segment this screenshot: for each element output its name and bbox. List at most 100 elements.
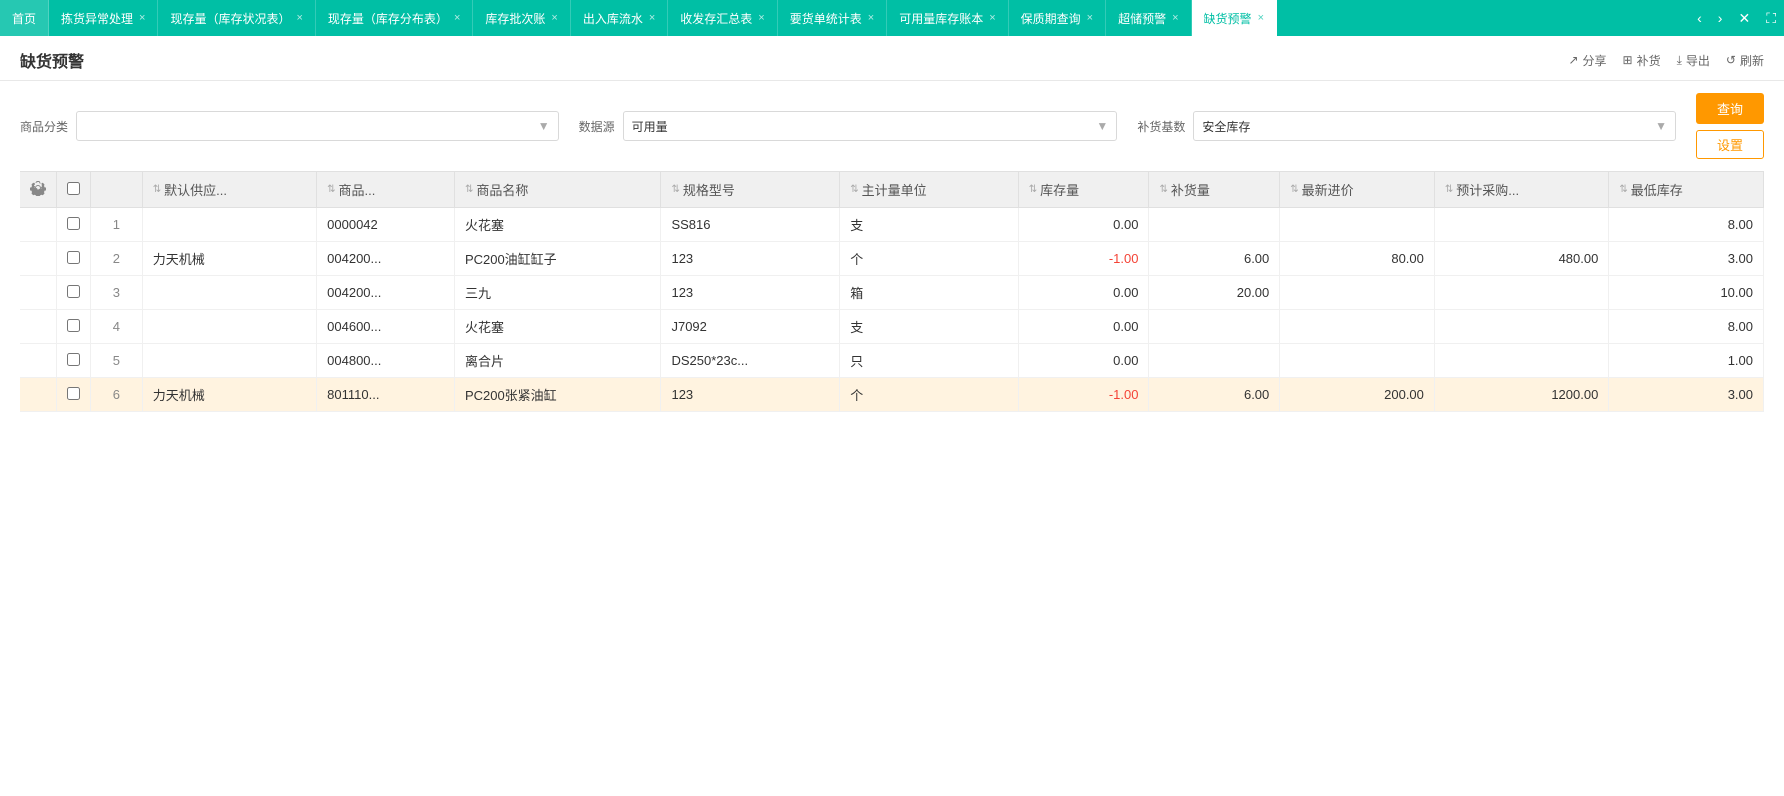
chevron-down-icon: ▼ [1096, 119, 1108, 133]
row-checkbox-cell[interactable] [57, 208, 91, 242]
select-all-checkbox[interactable] [67, 182, 80, 195]
close-icon[interactable]: × [1087, 12, 1093, 24]
page-container: 缺货预警 ↗ 分享 ⊞ 补货 ⤓ 导出 ↺ 刷新 商品分类 [0, 36, 1784, 796]
nav-tab-overstock[interactable]: 超储预警 × [1106, 0, 1191, 36]
close-icon[interactable]: × [296, 12, 302, 24]
product-code-column-header[interactable]: ⇅ 商品... [317, 172, 455, 208]
table-row: 1 0000042 火花塞 SS816 支 0.00 8.00 [20, 208, 1764, 242]
row-min-stock: 3.00 [1609, 242, 1764, 276]
stock-column-header[interactable]: ⇅ 库存量 [1018, 172, 1149, 208]
row-supplement [1149, 208, 1280, 242]
supplement-icon: ⊞ [1623, 53, 1633, 67]
row-checkbox-cell[interactable] [57, 310, 91, 344]
nav-prev-icon[interactable]: ‹ [1689, 0, 1710, 36]
row-product-code: 004600... [317, 310, 455, 344]
close-icon[interactable]: × [1258, 12, 1264, 24]
sort-icon: ⇅ [1619, 184, 1627, 195]
close-icon[interactable]: × [649, 12, 655, 24]
datasource-label: 数据源 [579, 118, 615, 135]
latest-price-column-header[interactable]: ⇅ 最新进价 [1280, 172, 1435, 208]
action-buttons: 查询 设置 [1696, 93, 1764, 159]
sort-icon: ⇅ [327, 184, 335, 195]
close-icon[interactable]: × [1172, 12, 1178, 24]
category-label: 商品分类 [20, 118, 68, 135]
nav-tab-shortage[interactable]: 缺货预警 × [1192, 0, 1277, 36]
settings-column-header[interactable] [20, 172, 57, 208]
category-select[interactable]: ▼ [76, 111, 559, 141]
close-icon[interactable]: × [139, 12, 145, 24]
supplement-base-label: 补货基数 [1137, 118, 1185, 135]
nav-next-icon[interactable]: › [1710, 0, 1731, 36]
row-checkbox[interactable] [67, 387, 80, 400]
row-checkbox-cell[interactable] [57, 378, 91, 412]
row-min-stock: 10.00 [1609, 276, 1764, 310]
row-checkbox-cell[interactable] [57, 344, 91, 378]
settings-button[interactable]: 设置 [1696, 130, 1764, 159]
nav-tab-expiry[interactable]: 保质期查询 × [1009, 0, 1106, 36]
row-checkbox[interactable] [67, 319, 80, 332]
supplement-base-filter-group: 补货基数 安全库存 ▼ [1137, 111, 1676, 141]
nav-tab-home[interactable]: 首页 [0, 0, 49, 36]
nav-arrows: ‹ › ✕ ⛶ [1689, 0, 1784, 36]
table-row: 2 力天机械 004200... PC200油缸缸子 123 个 -1.00 6… [20, 242, 1764, 276]
table-header-row: ⇅ 默认供应... ⇅ 商品... ⇅ 商品名称 [20, 172, 1764, 208]
row-spec: 123 [661, 242, 840, 276]
row-gear-cell [20, 378, 57, 412]
export-button[interactable]: ⤓ 导出 [1677, 52, 1710, 69]
close-icon[interactable]: × [989, 12, 995, 24]
row-supplier [142, 276, 316, 310]
nav-tab-flow[interactable]: 出入库流水 × [571, 0, 668, 36]
row-product-name: PC200油缸缸子 [454, 242, 661, 276]
close-icon[interactable]: × [758, 12, 764, 24]
row-product-code: 0000042 [317, 208, 455, 242]
row-gear-cell [20, 310, 57, 344]
supplement-button[interactable]: ⊞ 补货 [1623, 52, 1661, 69]
table-container: ⇅ 默认供应... ⇅ 商品... ⇅ 商品名称 [0, 171, 1784, 432]
nav-tab-available[interactable]: 可用量库存账本 × [887, 0, 1008, 36]
query-button[interactable]: 查询 [1696, 93, 1764, 124]
nav-tab-batch[interactable]: 库存批次账 × [473, 0, 570, 36]
nav-expand-icon[interactable]: ⛶ [1758, 0, 1784, 36]
refresh-button[interactable]: ↺ 刷新 [1726, 52, 1764, 69]
row-checkbox[interactable] [67, 217, 80, 230]
row-product-name: 火花塞 [454, 310, 661, 344]
row-checkbox[interactable] [67, 251, 80, 264]
row-checkbox[interactable] [67, 353, 80, 366]
datasource-value: 可用量 [632, 118, 668, 135]
row-unit: 个 [840, 242, 1018, 276]
row-checkbox-cell[interactable] [57, 276, 91, 310]
supplement-base-select[interactable]: 安全库存 ▼ [1193, 111, 1676, 141]
row-seq: 3 [91, 276, 143, 310]
close-icon[interactable]: × [454, 12, 460, 24]
share-button[interactable]: ↗ 分享 [1568, 52, 1606, 69]
supplier-column-header[interactable]: ⇅ 默认供应... [142, 172, 316, 208]
checkbox-column-header[interactable] [57, 172, 91, 208]
nav-close-icon[interactable]: ✕ [1730, 0, 1758, 36]
nav-tab-requisition[interactable]: 要货单统计表 × [778, 0, 887, 36]
row-seq: 6 [91, 378, 143, 412]
min-stock-column-header[interactable]: ⇅ 最低库存 [1609, 172, 1764, 208]
row-latest-price: 200.00 [1280, 378, 1435, 412]
spec-column-header[interactable]: ⇅ 规格型号 [661, 172, 840, 208]
unit-column-header[interactable]: ⇅ 主计量单位 [840, 172, 1018, 208]
row-supplement: 20.00 [1149, 276, 1280, 310]
close-icon[interactable]: × [551, 12, 557, 24]
close-icon[interactable]: × [868, 12, 874, 24]
nav-tab-inventory-status[interactable]: 现存量（库存状况表） × [158, 0, 315, 36]
row-checkbox[interactable] [67, 285, 80, 298]
datasource-select[interactable]: 可用量 ▼ [623, 111, 1118, 141]
nav-tab-summary[interactable]: 收发存汇总表 × [668, 0, 777, 36]
row-gear-cell [20, 276, 57, 310]
row-latest-price [1280, 276, 1435, 310]
sort-icon: ⇅ [1445, 184, 1453, 195]
row-product-name: 离合片 [454, 344, 661, 378]
row-min-stock: 8.00 [1609, 310, 1764, 344]
row-unit: 支 [840, 208, 1018, 242]
supplement-column-header[interactable]: ⇅ 补货量 [1149, 172, 1280, 208]
product-name-column-header[interactable]: ⇅ 商品名称 [454, 172, 661, 208]
nav-tab-inventory-dist[interactable]: 现存量（库存分布表） × [316, 0, 473, 36]
row-checkbox-cell[interactable] [57, 242, 91, 276]
estimated-purchase-column-header[interactable]: ⇅ 预计采购... [1434, 172, 1608, 208]
nav-tab-picking[interactable]: 拣货异常处理 × [49, 0, 158, 36]
row-spec: DS250*23c... [661, 344, 840, 378]
